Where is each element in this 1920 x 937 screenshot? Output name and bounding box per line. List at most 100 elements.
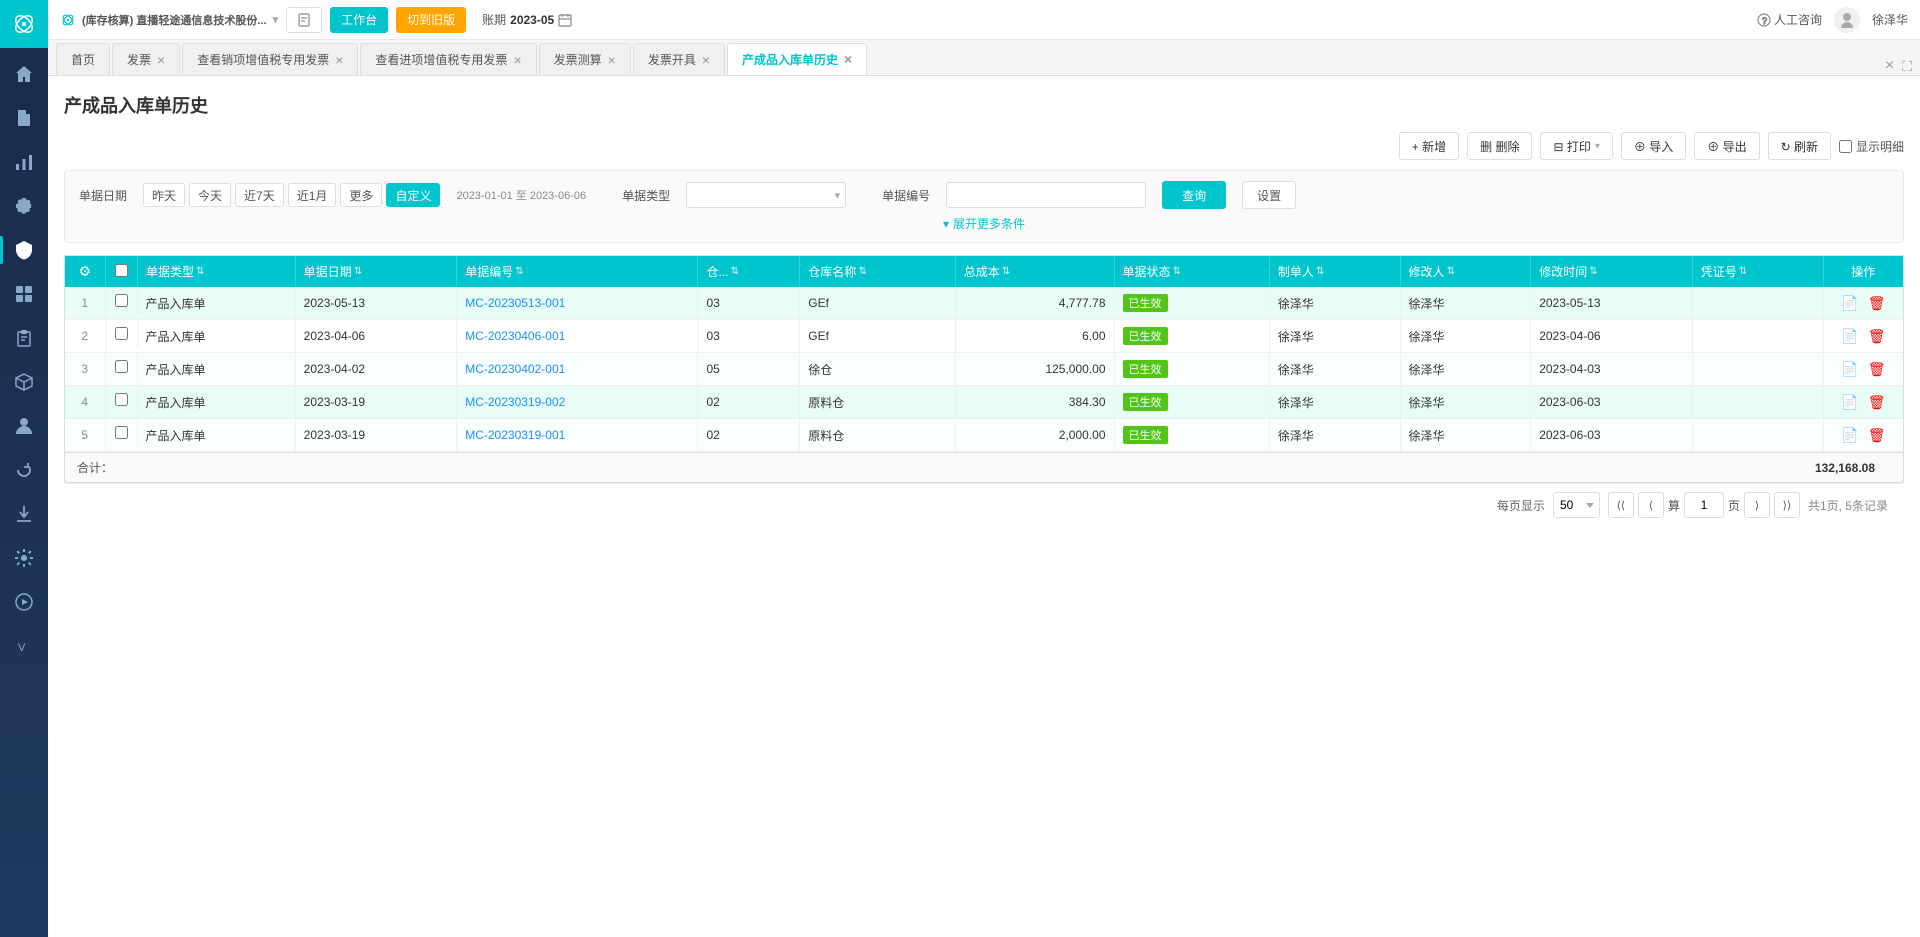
- row-checkbox[interactable]: [115, 327, 128, 340]
- print-dropdown-icon[interactable]: ▾: [1595, 141, 1600, 152]
- page-first-btn[interactable]: ⟨⟨: [1608, 492, 1634, 518]
- date-range-display: 2023-01-01 至 2023-06-06: [456, 187, 586, 203]
- tab-calc-close[interactable]: ×: [608, 53, 616, 67]
- th-status[interactable]: 单据状态⇅: [1114, 256, 1269, 287]
- delete-row-icon[interactable]: 🗑: [1868, 394, 1886, 410]
- edit-icon[interactable]: 📄: [1841, 427, 1858, 443]
- row-number-link[interactable]: MC-20230402-001: [465, 362, 565, 376]
- tab-history-close[interactable]: ×: [844, 52, 852, 66]
- tab-history[interactable]: 产成品入库单历史 ×: [727, 43, 867, 75]
- filter-type-select[interactable]: [686, 182, 846, 208]
- filter-yesterday-btn[interactable]: 昨天: [143, 183, 185, 207]
- export-btn[interactable]: ⊕ 导出: [1694, 132, 1759, 160]
- column-settings-icon[interactable]: ⚙: [78, 263, 91, 279]
- help-label[interactable]: ? 人工咨询: [1757, 11, 1822, 28]
- sidebar-item-play[interactable]: [0, 580, 48, 624]
- filter-number-input[interactable]: [946, 182, 1146, 208]
- page-next-btn[interactable]: ⟩: [1744, 492, 1770, 518]
- tab-input-vat-close[interactable]: ×: [513, 53, 521, 67]
- th-date[interactable]: 单据日期⇅: [295, 256, 457, 287]
- close-all-btn[interactable]: ×: [1885, 57, 1894, 75]
- row-number-link[interactable]: MC-20230513-001: [465, 296, 565, 310]
- filter-expand[interactable]: ▾ 展开更多条件: [79, 215, 1889, 232]
- per-page-select[interactable]: 50 20 100: [1553, 492, 1600, 518]
- sidebar-item-shield[interactable]: [0, 228, 48, 272]
- filter-today-btn[interactable]: 今天: [189, 183, 231, 207]
- sidebar-item-cog[interactable]: [0, 536, 48, 580]
- th-whname[interactable]: 仓库名称⇅: [800, 256, 955, 287]
- filter-more-btn[interactable]: 更多: [340, 183, 382, 207]
- th-settings[interactable]: ⚙: [65, 256, 105, 287]
- delete-row-icon[interactable]: 🗑: [1868, 361, 1886, 377]
- select-all-checkbox[interactable]: [115, 264, 128, 277]
- tab-issue-close[interactable]: ×: [702, 53, 710, 67]
- filter-query-btn[interactable]: 查询: [1162, 181, 1226, 209]
- tab-output-vat[interactable]: 查看销项增值税专用发票 ×: [182, 43, 358, 75]
- delete-row-icon[interactable]: 🗑: [1868, 328, 1886, 344]
- show-detail-toggle[interactable]: 显示明细: [1839, 138, 1904, 155]
- edit-icon[interactable]: 📄: [1841, 328, 1858, 344]
- brand-dropdown-icon[interactable]: ▾: [273, 13, 279, 26]
- sidebar-item-home[interactable]: [0, 52, 48, 96]
- import-btn[interactable]: ⊕ 导入: [1621, 132, 1686, 160]
- user-label[interactable]: 徐泽华: [1872, 11, 1908, 28]
- row-checkbox[interactable]: [115, 393, 128, 406]
- edit-icon[interactable]: 📄: [1841, 295, 1858, 311]
- row-checkbox[interactable]: [115, 294, 128, 307]
- filter-set-btn[interactable]: 设置: [1242, 181, 1296, 209]
- tab-input-vat[interactable]: 查看进项增值税专用发票 ×: [360, 43, 536, 75]
- sidebar-item-refresh[interactable]: [0, 448, 48, 492]
- sidebar-item-documents[interactable]: [0, 96, 48, 140]
- show-detail-checkbox[interactable]: [1839, 140, 1852, 153]
- switch-version-btn[interactable]: 切到旧版: [396, 7, 466, 33]
- sidebar-item-box[interactable]: [0, 360, 48, 404]
- delete-row-icon[interactable]: 🗑: [1868, 427, 1886, 443]
- doc-btn[interactable]: [286, 7, 322, 33]
- edit-icon[interactable]: 📄: [1841, 361, 1858, 377]
- edit-icon[interactable]: 📄: [1841, 394, 1858, 410]
- filter-custom-btn[interactable]: 自定义: [386, 183, 440, 207]
- page-prev-btn[interactable]: ⟨: [1638, 492, 1664, 518]
- print-btn[interactable]: ⊟ 打印 ▾: [1540, 132, 1612, 160]
- sidebar-item-version[interactable]: V: [0, 624, 48, 668]
- tab-issue[interactable]: 发票开具 ×: [633, 43, 725, 75]
- delete-btn[interactable]: 删 删除: [1467, 132, 1532, 160]
- sidebar-item-grid[interactable]: [0, 272, 48, 316]
- th-modifier[interactable]: 修改人⇅: [1400, 256, 1531, 287]
- row-number-link[interactable]: MC-20230319-002: [465, 395, 565, 409]
- row-number-link[interactable]: MC-20230406-001: [465, 329, 565, 343]
- th-cost[interactable]: 总成本⇅: [955, 256, 1114, 287]
- filter-1month-btn[interactable]: 近1月: [288, 183, 337, 207]
- th-checkbox[interactable]: [105, 256, 138, 287]
- sidebar-item-clipboard[interactable]: [0, 316, 48, 360]
- tab-output-vat-close[interactable]: ×: [335, 53, 343, 67]
- th-creator[interactable]: 制单人⇅: [1269, 256, 1400, 287]
- maximize-btn[interactable]: ⛶: [1902, 58, 1912, 75]
- tab-invoice-close[interactable]: ×: [157, 53, 165, 67]
- new-btn[interactable]: + 新增: [1399, 132, 1459, 160]
- table-row: 3 产品入库单 2023-04-02 MC-20230402-001 05 徐仓…: [65, 353, 1903, 386]
- th-whcode[interactable]: 仓...⇅: [698, 256, 800, 287]
- delete-row-icon[interactable]: 🗑: [1868, 295, 1886, 311]
- sidebar-item-person[interactable]: [0, 404, 48, 448]
- filter-7days-btn[interactable]: 近7天: [235, 183, 284, 207]
- th-type[interactable]: 单据类型⇅: [138, 256, 296, 287]
- page-last-btn[interactable]: ⟩⟩: [1774, 492, 1800, 518]
- tab-calc[interactable]: 发票测算 ×: [539, 43, 631, 75]
- page-input[interactable]: [1684, 492, 1724, 518]
- row-checkbox[interactable]: [115, 360, 128, 373]
- workbench-btn[interactable]: 工作台: [330, 7, 388, 33]
- sidebar-item-analytics[interactable]: [0, 140, 48, 184]
- th-number[interactable]: 单据编号⇅: [457, 256, 698, 287]
- sidebar-logo[interactable]: [0, 0, 48, 48]
- th-modtime[interactable]: 修改时间⇅: [1531, 256, 1693, 287]
- row-number-link[interactable]: MC-20230319-001: [465, 428, 565, 442]
- refresh-btn[interactable]: ↻ 刷新: [1768, 132, 1831, 160]
- sidebar-item-settings[interactable]: [0, 184, 48, 228]
- sidebar-item-download[interactable]: [0, 492, 48, 536]
- th-voucher[interactable]: 凭证号⇅: [1692, 256, 1823, 287]
- per-page-label: 每页显示: [1497, 497, 1545, 514]
- row-checkbox[interactable]: [115, 426, 128, 439]
- tab-home[interactable]: 首页: [56, 43, 110, 75]
- tab-invoice[interactable]: 发票 ×: [112, 43, 180, 75]
